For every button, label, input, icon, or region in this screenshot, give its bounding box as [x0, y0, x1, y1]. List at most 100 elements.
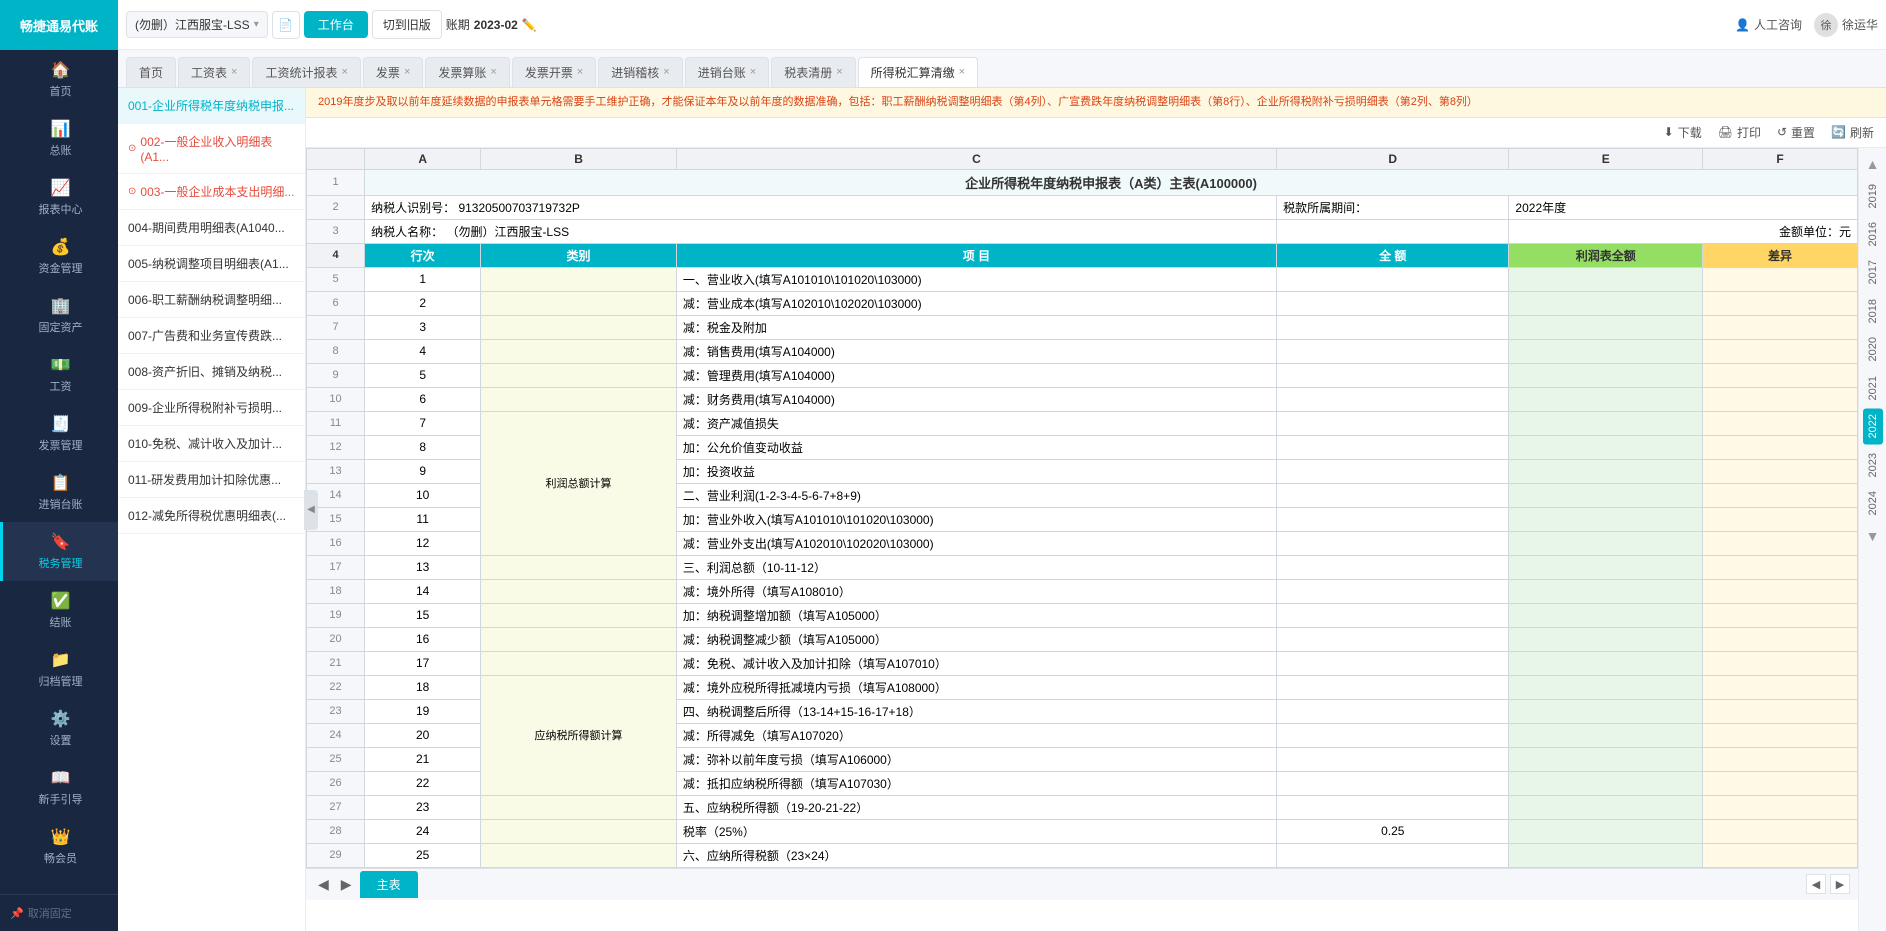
left-menu-005[interactable]: 005-纳税调整项目明细表(A1...	[118, 246, 305, 282]
tab-salary[interactable]: 工资表 ×	[178, 57, 250, 87]
sidebar-item-tax[interactable]: 🔖 税务管理	[0, 522, 118, 581]
sidebar-item-closing[interactable]: ✅ 结账	[0, 581, 118, 640]
left-menu-008[interactable]: 008-资产折旧、摊销及纳税...	[118, 354, 305, 390]
sheet-tab-prev[interactable]: ◀	[314, 876, 333, 893]
table-row: 27 23 五、应纳税所得额（19-20-21-22）	[307, 795, 1858, 819]
col-header-f: F	[1703, 148, 1858, 169]
year-item-2018[interactable]: 2018	[1863, 293, 1883, 329]
tab-invoice-open[interactable]: 发票开票 ×	[512, 57, 596, 87]
sheet-tab-main[interactable]: 主表	[360, 871, 418, 898]
tab-tax-table[interactable]: 税表清册 ×	[771, 57, 855, 87]
year-item-2017[interactable]: 2017	[1863, 254, 1883, 290]
tab-invoice[interactable]: 发票 ×	[363, 57, 423, 87]
work-platform-button[interactable]: 工作台	[304, 11, 368, 38]
tab-invoice-calc[interactable]: 发票算账 ×	[425, 57, 509, 87]
sidebar: 畅捷通易代账 🏠 首页 📊 总账 📈 报表中心 💰 资金管理 🏢 固定资产 💵 …	[0, 0, 118, 931]
sidebar-item-capital[interactable]: 💰 资金管理	[0, 227, 118, 286]
user-service[interactable]: 👤 人工咨询	[1735, 16, 1802, 33]
year-item-2024[interactable]: 2024	[1863, 485, 1883, 521]
tab-close-icon[interactable]: ×	[231, 67, 237, 78]
left-menu-007[interactable]: 007-广告费和业务宣传费跌...	[118, 318, 305, 354]
sheet-tab-next[interactable]: ▶	[337, 876, 356, 893]
left-menu-006[interactable]: 006-职工薪酬纳税调整明细...	[118, 282, 305, 318]
sidebar-item-fixed[interactable]: 🏢 固定资产	[0, 286, 118, 345]
table-row: 18 14 减：境外所得（填写A108010）	[307, 579, 1858, 603]
sidebar-item-guide[interactable]: 📖 新手引导	[0, 758, 118, 817]
tab-home[interactable]: 首页	[126, 57, 176, 87]
spreadsheet-wrapper[interactable]: A B C D E F 1	[306, 148, 1858, 931]
year-item-2022[interactable]: 2022	[1863, 408, 1883, 444]
top-nav: (勿删）江西服宝-LSS ▾ 📄 工作台 切到旧版 账期 2023-02 ✏️ …	[118, 0, 1886, 50]
company-selector[interactable]: (勿删）江西服宝-LSS ▾	[126, 11, 268, 38]
error-icon: ⊙	[128, 186, 136, 197]
left-menu-004[interactable]: 004-期间费用明细表(A1040...	[118, 210, 305, 246]
left-panel: 001-企业所得税年度纳税申报... ⊙ 002-一般企业收入明细表(A1...…	[118, 88, 306, 931]
tab-close-icon[interactable]: ×	[577, 67, 583, 78]
corner-header	[307, 148, 365, 169]
col-header-a: A	[365, 148, 481, 169]
tab-purchase-ledger[interactable]: 进销台账 ×	[685, 57, 769, 87]
year-panel-up-icon[interactable]: ▲	[1862, 152, 1884, 176]
left-menu-011[interactable]: 011-研发费用加计扣除优惠...	[118, 462, 305, 498]
tab-close-icon[interactable]: ×	[404, 67, 410, 78]
panel-collapse-button[interactable]: ◀	[304, 490, 318, 530]
tab-purchase-check[interactable]: 进销稽核 ×	[598, 57, 682, 87]
sidebar-item-archive[interactable]: 📁 归档管理	[0, 640, 118, 699]
edit-period-icon[interactable]: ✏️	[522, 18, 537, 32]
print-button[interactable]: 🖨 打印	[1718, 124, 1761, 141]
left-menu-010[interactable]: 010-免税、减计收入及加计...	[118, 426, 305, 462]
home-icon: 🏠	[51, 60, 71, 80]
spreadsheet-area: A B C D E F 1	[306, 148, 1886, 931]
year-item-2021[interactable]: 2021	[1863, 370, 1883, 406]
year-item-2023[interactable]: 2023	[1863, 447, 1883, 483]
table-row: 9 5 减：管理费用(填写A104000)	[307, 363, 1858, 387]
left-menu-001[interactable]: 001-企业所得税年度纳税申报...	[118, 88, 305, 124]
sidebar-item-home[interactable]: 🏠 首页	[0, 50, 118, 109]
tab-close-active-icon[interactable]: ×	[959, 67, 965, 78]
sidebar-item-ledger[interactable]: 📊 总账	[0, 109, 118, 168]
reset-button[interactable]: ↺ 重置	[1777, 124, 1815, 141]
scroll-left-btn[interactable]: ◀	[1806, 874, 1826, 894]
sidebar-item-member[interactable]: 👑 畅会员	[0, 817, 118, 876]
left-menu-003[interactable]: ⊙ 003-一般企业成本支出明细...	[118, 174, 305, 210]
fixed-icon: 🏢	[51, 296, 71, 316]
left-menu-012[interactable]: 012-减免所得税优惠明细表(...	[118, 498, 305, 534]
content-area: 001-企业所得税年度纳税申报... ⊙ 002-一般企业收入明细表(A1...…	[118, 88, 1886, 931]
left-menu-002[interactable]: ⊙ 002-一般企业收入明细表(A1...	[118, 124, 305, 174]
sidebar-item-purchase[interactable]: 📋 进销台账	[0, 463, 118, 522]
tab-close-icon[interactable]: ×	[341, 67, 347, 78]
download-button[interactable]: ⬇ 下载	[1664, 124, 1702, 141]
tab-salary-report[interactable]: 工资统计报表 ×	[252, 57, 360, 87]
tab-close-icon[interactable]: ×	[663, 67, 669, 78]
year-panel-down-icon[interactable]: ▼	[1862, 524, 1884, 548]
sidebar-pin-btn[interactable]: 📌 取消固定	[0, 894, 118, 931]
refresh-button[interactable]: 🔄 刷新	[1831, 124, 1874, 141]
scroll-right-btn[interactable]: ▶	[1830, 874, 1850, 894]
document-icon-btn[interactable]: 📄	[272, 11, 300, 39]
switch-version-button[interactable]: 切到旧版	[372, 10, 442, 39]
sidebar-item-invoice[interactable]: 🧾 发票管理	[0, 404, 118, 463]
sidebar-item-settings[interactable]: ⚙️ 设置	[0, 699, 118, 758]
tab-close-icon[interactable]: ×	[750, 67, 756, 78]
sidebar-item-salary[interactable]: 💵 工资	[0, 345, 118, 404]
tab-income-tax[interactable]: 所得税汇算清缴 ×	[858, 57, 978, 87]
print-icon: 🖨	[1718, 125, 1733, 139]
year-item-2020[interactable]: 2020	[1863, 331, 1883, 367]
download-icon: ⬇	[1664, 125, 1674, 139]
archive-icon: 📁	[51, 650, 71, 670]
col-label-profit: 利润表全额	[1509, 243, 1703, 267]
report-icon: 📈	[51, 178, 71, 198]
member-icon: 👑	[51, 827, 71, 847]
tab-close-icon[interactable]: ×	[490, 67, 496, 78]
left-menu-009[interactable]: 009-企业所得税附补亏损明...	[118, 390, 305, 426]
row-number: 4	[307, 243, 365, 267]
tab-close-icon[interactable]: ×	[836, 67, 842, 78]
year-item-2019[interactable]: 2019	[1863, 178, 1883, 214]
table-row: 22 18 应纳税所得额计算 减：境外应税所得抵减境内亏损（填写A108000）	[307, 675, 1858, 699]
col-header-d: D	[1277, 148, 1509, 169]
sidebar-item-report[interactable]: 📈 报表中心	[0, 168, 118, 227]
year-item-2016[interactable]: 2016	[1863, 216, 1883, 252]
row-number: 2	[307, 195, 365, 219]
user-profile[interactable]: 徐 徐运华	[1814, 13, 1878, 37]
table-row: 21 17 减：免税、减计收入及加计扣除（填写A107010）	[307, 651, 1858, 675]
